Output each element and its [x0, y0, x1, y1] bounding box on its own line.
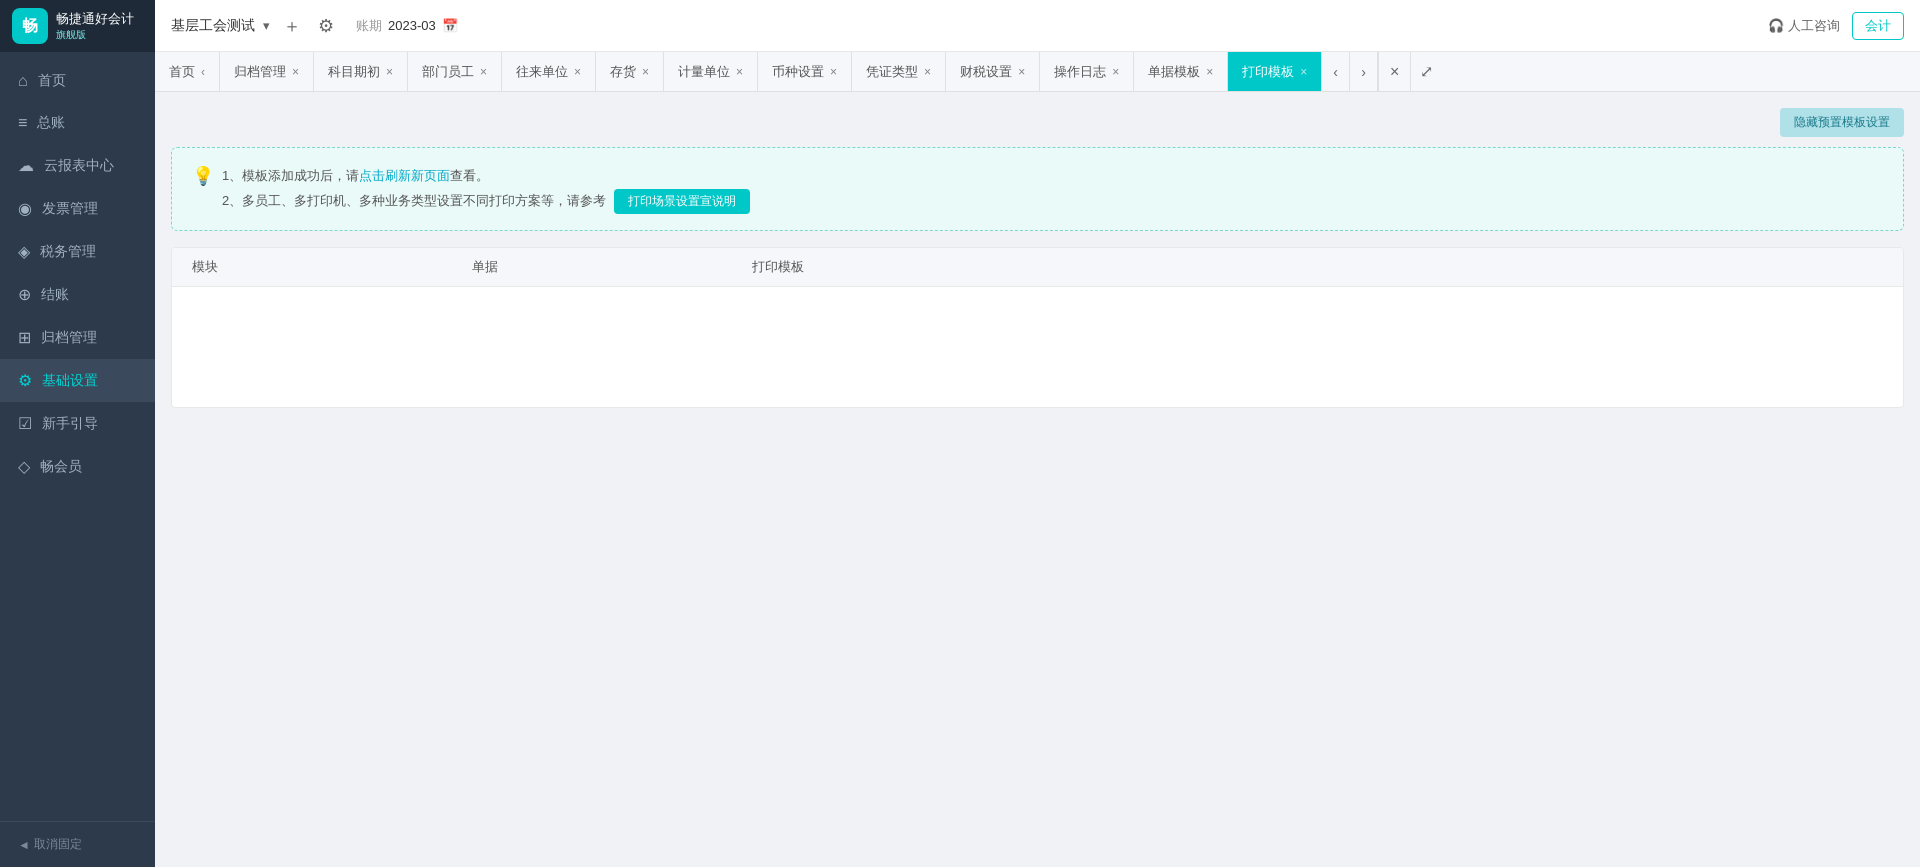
bulb-icon: 💡 [192, 165, 214, 187]
tab-next-button[interactable]: › [1350, 52, 1378, 92]
col-header-module: 模块 [172, 258, 452, 276]
sidebar-item-guide[interactable]: ☑ 新手引导 [0, 402, 155, 445]
ledger-icon: ≡ [18, 114, 27, 132]
notice-text: 1、模板添加成功后，请点击刷新新页面查看。 2、多员工、多打印机、多种业务类型设… [222, 164, 750, 214]
tab-vouchertype-close[interactable]: × [924, 65, 931, 79]
tabbar: 首页 ‹ 归档管理 × 科目期初 × 部门员工 × 往来单位 × 存货 × 计量… [155, 52, 1920, 92]
sidebar-item-reports[interactable]: ☁ 云报表中心 [0, 144, 155, 187]
sidebar-nav: ⌂ 首页 ≡ 总账 ☁ 云报表中心 ◉ 发票管理 ◈ 税务管理 ⊕ 结账 ⊞ 归… [0, 52, 155, 821]
table-body [172, 287, 1903, 407]
data-table: 模块 单据 打印模板 [171, 247, 1904, 408]
tab-subjects-close[interactable]: × [386, 65, 393, 79]
notice-line2: 2、多员工、多打印机、多种业务类型设置不同打印方案等，请参考 打印场景设置宣说明 [222, 189, 750, 214]
gear-icon: ⚙ [18, 371, 32, 390]
tab-close-all-button[interactable]: × [1378, 52, 1410, 92]
topbar-right: 🎧 人工咨询 会计 [1768, 12, 1904, 40]
sidebar-item-home[interactable]: ⌂ 首页 [0, 60, 155, 102]
tab-unit-close[interactable]: × [736, 65, 743, 79]
tab-supplier[interactable]: 往来单位 × [502, 52, 596, 92]
sidebar-item-member[interactable]: ◇ 畅会员 [0, 445, 155, 488]
member-icon: ◇ [18, 457, 30, 476]
notice-row: 💡 1、模板添加成功后，请点击刷新新页面查看。 2、多员工、多打印机、多种业务类… [192, 164, 1883, 214]
sidebar: 畅 畅捷通好会计 旗舰版 ⌂ 首页 ≡ 总账 ☁ 云报表中心 ◉ 发票管理 ◈ … [0, 0, 155, 867]
tab-oplog-close[interactable]: × [1112, 65, 1119, 79]
tab-vouchertype[interactable]: 凭证类型 × [852, 52, 946, 92]
topbar-actions: ＋ ⚙ [278, 12, 340, 40]
tab-home-nav-icon: ‹ [201, 65, 205, 79]
home-icon: ⌂ [18, 72, 28, 90]
topbar-left: 基层工会测试 ▾ ＋ ⚙ 账期 2023-03 📅 [171, 12, 1768, 40]
kuaiji-button[interactable]: 会计 [1852, 12, 1904, 40]
period-info: 账期 2023-03 📅 [356, 17, 458, 35]
period-value: 2023-03 [388, 18, 436, 33]
tab-sliptemplate[interactable]: 单据模板 × [1134, 52, 1228, 92]
company-name[interactable]: 基层工会测试 [171, 17, 255, 35]
sidebar-item-tax[interactable]: ◈ 税务管理 [0, 230, 155, 273]
tab-prev-button[interactable]: ‹ [1322, 52, 1350, 92]
tab-archive[interactable]: 归档管理 × [220, 52, 314, 92]
notice-box: 💡 1、模板添加成功后，请点击刷新新页面查看。 2、多员工、多打印机、多种业务类… [171, 147, 1904, 231]
tab-subjects[interactable]: 科目期初 × [314, 52, 408, 92]
refresh-link[interactable]: 点击刷新新页面 [359, 168, 450, 183]
topbar: 基层工会测试 ▾ ＋ ⚙ 账期 2023-03 📅 🎧 人工咨询 会计 [155, 0, 1920, 52]
table-header: 模块 单据 打印模板 [172, 248, 1903, 287]
logo-icon: 畅 [12, 8, 48, 44]
unpin-button[interactable]: ◄ 取消固定 [0, 821, 155, 867]
tab-department-close[interactable]: × [480, 65, 487, 79]
tab-taxsettings-close[interactable]: × [1018, 65, 1025, 79]
col-header-slip: 单据 [452, 258, 732, 276]
tab-sliptemplate-close[interactable]: × [1206, 65, 1213, 79]
print-scene-button[interactable]: 打印场景设置宣说明 [614, 189, 750, 214]
tab-oplog[interactable]: 操作日志 × [1040, 52, 1134, 92]
tab-expand-button[interactable]: ⤢ [1410, 52, 1442, 92]
company-dropdown-icon[interactable]: ▾ [263, 18, 270, 33]
sidebar-item-ledger[interactable]: ≡ 总账 [0, 102, 155, 144]
main-area: 基层工会测试 ▾ ＋ ⚙ 账期 2023-03 📅 🎧 人工咨询 会计 首页 ‹ [155, 0, 1920, 867]
tax-icon: ◈ [18, 242, 30, 261]
service-button[interactable]: 🎧 人工咨询 [1768, 17, 1840, 35]
sidebar-logo: 畅 畅捷通好会计 旗舰版 [0, 0, 155, 52]
tab-inventory[interactable]: 存货 × [596, 52, 664, 92]
sidebar-item-invoice[interactable]: ◉ 发票管理 [0, 187, 155, 230]
invoice-icon: ◉ [18, 199, 32, 218]
hide-template-area: 隐藏预置模板设置 [171, 108, 1904, 137]
arrow-icon: ◄ [18, 838, 30, 852]
tab-currency[interactable]: 币种设置 × [758, 52, 852, 92]
tab-archive-close[interactable]: × [292, 65, 299, 79]
sidebar-item-settings[interactable]: ⚙ 基础设置 [0, 359, 155, 402]
settings-icon-button[interactable]: ⚙ [312, 12, 340, 40]
logo-text: 畅捷通好会计 旗舰版 [56, 11, 134, 41]
tab-supplier-close[interactable]: × [574, 65, 581, 79]
add-tab-button[interactable]: ＋ [278, 12, 306, 40]
hide-template-button[interactable]: 隐藏预置模板设置 [1780, 108, 1904, 137]
tab-currency-close[interactable]: × [830, 65, 837, 79]
notice-line1: 1、模板添加成功后，请点击刷新新页面查看。 [222, 164, 750, 189]
page-content: 隐藏预置模板设置 💡 1、模板添加成功后，请点击刷新新页面查看。 2、多员工、多… [155, 92, 1920, 867]
sidebar-item-archive[interactable]: ⊞ 归档管理 [0, 316, 155, 359]
tab-printtemplate[interactable]: 打印模板 × [1228, 52, 1322, 92]
checkout-icon: ⊕ [18, 285, 31, 304]
col-header-template: 打印模板 [732, 258, 1903, 276]
sidebar-item-checkout[interactable]: ⊕ 结账 [0, 273, 155, 316]
tab-printtemplate-close[interactable]: × [1300, 65, 1307, 79]
period-label: 账期 [356, 17, 382, 35]
archive-icon: ⊞ [18, 328, 31, 347]
tab-taxsettings[interactable]: 财税设置 × [946, 52, 1040, 92]
cloud-icon: ☁ [18, 156, 34, 175]
headset-icon: 🎧 [1768, 18, 1784, 33]
tab-inventory-close[interactable]: × [642, 65, 649, 79]
tab-department[interactable]: 部门员工 × [408, 52, 502, 92]
tab-home[interactable]: 首页 ‹ [155, 52, 220, 92]
calendar-icon[interactable]: 📅 [442, 18, 458, 33]
guide-icon: ☑ [18, 414, 32, 433]
tab-unit[interactable]: 计量单位 × [664, 52, 758, 92]
